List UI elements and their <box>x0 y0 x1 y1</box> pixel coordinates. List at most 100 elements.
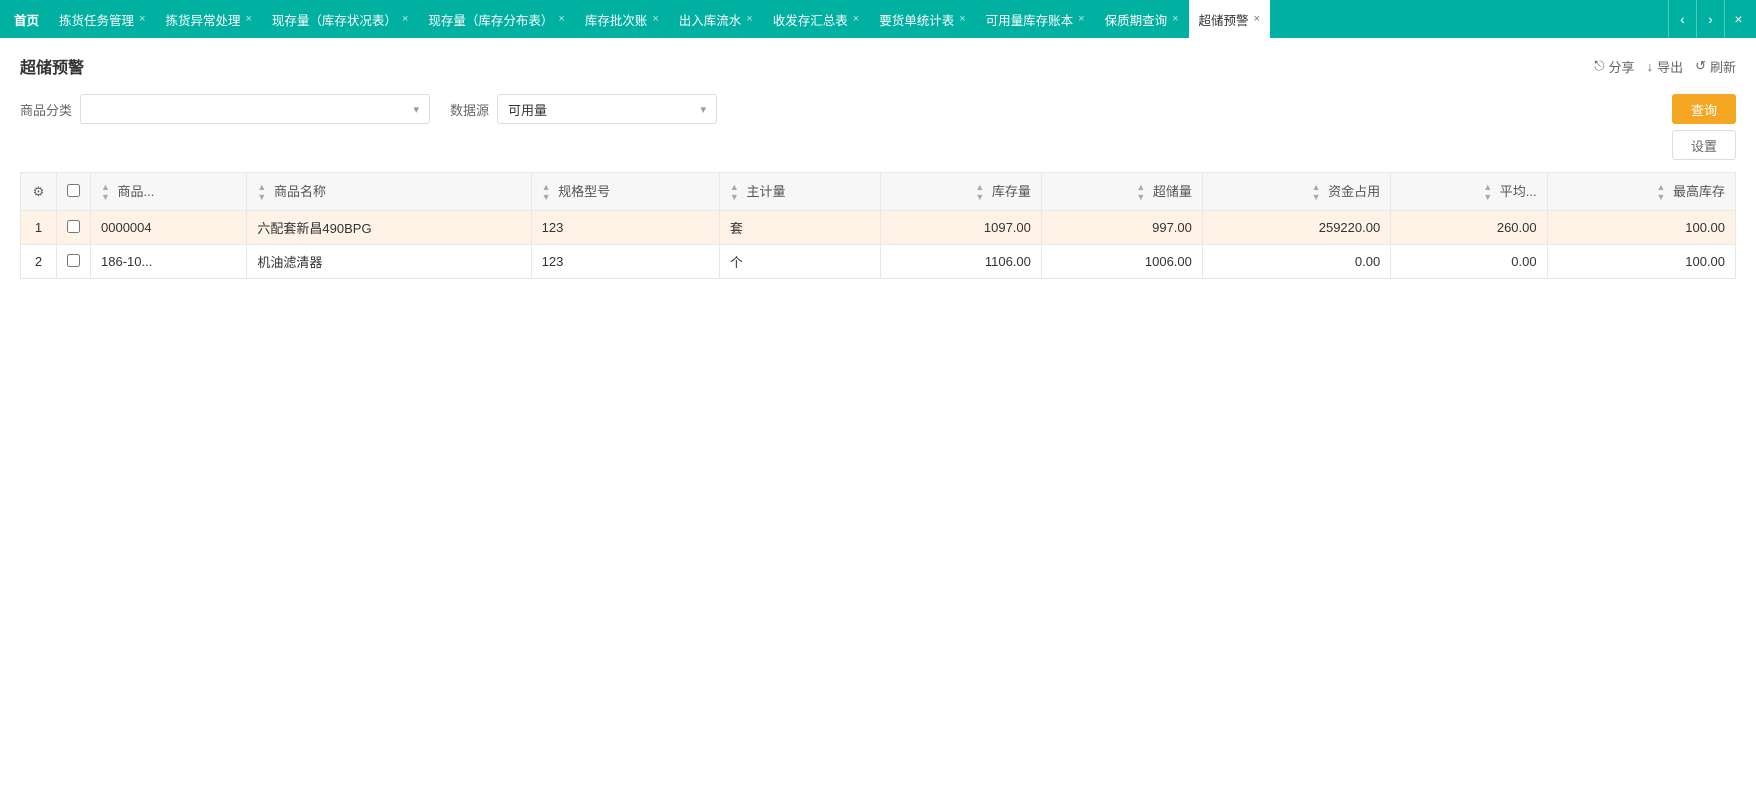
tab-quality-check-close[interactable]: × <box>1172 13 1178 25</box>
tab-overstock-warning-label: 超储预警 <box>1199 10 1249 29</box>
table-row: 2 186-10... 机油滤清器 123 个 1106.00 1006.00 … <box>21 245 1736 279</box>
cell-avg-0: 260.00 <box>1391 211 1547 245</box>
tab-collect-summary[interactable]: 收发存汇总表 × <box>763 0 869 38</box>
sort-icon-max-stock: ▲▼ <box>1656 183 1665 203</box>
select-all-checkbox[interactable] <box>67 184 80 197</box>
tab-available-account-close[interactable]: × <box>1078 13 1084 25</box>
top-navigation: 首页 拣货任务管理 × 拣货异常处理 × 现存量（库存状况表） × 现存量（库存… <box>0 0 1756 38</box>
table-body: 1 0000004 六配套新昌490BPG 123 套 1097.00 997.… <box>21 211 1736 279</box>
header-actions: ⎋ 分享 ↓ 导出 ↺ 刷新 <box>1594 57 1736 76</box>
tab-home[interactable]: 首页 <box>4 0 49 38</box>
nav-close-button[interactable]: × <box>1724 0 1752 38</box>
cell-spec-1: 123 <box>531 245 719 279</box>
share-label: 分享 <box>1609 57 1635 76</box>
tab-home-label: 首页 <box>14 10 39 29</box>
query-button[interactable]: 查询 <box>1672 94 1736 124</box>
sort-icon-spec: ▲▼ <box>542 183 551 203</box>
tab-batch-account-label: 库存批次账 <box>585 10 648 29</box>
tab-overstock-warning[interactable]: 超储预警 × <box>1189 0 1270 38</box>
nav-prev-button[interactable]: ‹ <box>1668 0 1696 38</box>
table-header-row: ⚙ ▲▼ 商品... ▲▼ 商品名称 ▲▼ 规格型号 ▲▼ <box>21 173 1736 211</box>
tab-in-out-flow-close[interactable]: × <box>746 13 752 25</box>
tab-collect-summary-label: 收发存汇总表 <box>773 10 848 29</box>
share-icon: ⎋ <box>1594 58 1604 74</box>
cell-checkbox-0[interactable] <box>57 211 91 245</box>
col-unit-header[interactable]: ▲▼ 主计量 <box>719 173 880 211</box>
tab-available-account[interactable]: 可用量库存账本 × <box>976 0 1095 38</box>
cell-capital-1: 0.00 <box>1202 245 1390 279</box>
col-max-stock-header[interactable]: ▲▼ 最高库存 <box>1547 173 1735 211</box>
col-gear[interactable]: ⚙ <box>21 173 57 211</box>
row-checkbox-1[interactable] <box>67 254 80 267</box>
refresh-label: 刷新 <box>1710 57 1736 76</box>
cell-stock-qty-1: 1106.00 <box>880 245 1041 279</box>
settings-button[interactable]: 设置 <box>1672 130 1736 160</box>
tab-stock-status-label: 现存量（库存状况表） <box>272 10 397 29</box>
refresh-button[interactable]: ↺ 刷新 <box>1695 57 1736 76</box>
tab-task-mgmt-label: 拣货任务管理 <box>59 10 134 29</box>
cell-overstock-qty-0: 997.00 <box>1041 211 1202 245</box>
cell-spec-0: 123 <box>531 211 719 245</box>
col-overstock-qty-header[interactable]: ▲▼ 超储量 <box>1041 173 1202 211</box>
sort-icon-sku-name: ▲▼ <box>257 183 266 203</box>
col-stock-qty-header[interactable]: ▲▼ 库存量 <box>880 173 1041 211</box>
tab-stock-dist[interactable]: 现存量（库存分布表） × <box>418 0 574 38</box>
cell-unit-0: 套 <box>719 211 880 245</box>
tab-task-mgmt-close[interactable]: × <box>139 13 145 25</box>
category-dropdown-icon: ▾ <box>413 103 419 116</box>
tab-stock-status-close[interactable]: × <box>402 13 408 25</box>
cell-no-0: 1 <box>21 211 57 245</box>
tab-abnormal-close[interactable]: × <box>245 13 251 25</box>
category-select[interactable]: ▾ <box>80 94 430 124</box>
export-icon: ↓ <box>1647 59 1654 74</box>
tab-quality-check[interactable]: 保质期查询 × <box>1095 0 1189 38</box>
sort-icon-capital: ▲▼ <box>1312 183 1321 203</box>
page-header: 超储预警 ⎋ 分享 ↓ 导出 ↺ 刷新 <box>20 54 1736 78</box>
sort-icon-avg: ▲▼ <box>1483 183 1492 203</box>
datasource-filter: 数据源 可用量 ▾ <box>450 94 717 124</box>
refresh-icon: ↺ <box>1695 58 1706 74</box>
tab-order-stats[interactable]: 要货单统计表 × <box>869 0 975 38</box>
row-checkbox-0[interactable] <box>67 220 80 233</box>
col-sku-code-header[interactable]: ▲▼ 商品... <box>91 173 247 211</box>
tab-stock-status[interactable]: 现存量（库存状况表） × <box>262 0 418 38</box>
sort-icon-unit: ▲▼ <box>730 183 739 203</box>
tab-in-out-flow[interactable]: 出入库流水 × <box>669 0 763 38</box>
tab-task-mgmt[interactable]: 拣货任务管理 × <box>49 0 155 38</box>
tab-abnormal[interactable]: 拣货异常处理 × <box>155 0 261 38</box>
tab-batch-account-close[interactable]: × <box>652 13 658 25</box>
datasource-label: 数据源 <box>450 100 489 119</box>
cell-sku-name-1: 机油滤清器 <box>247 245 531 279</box>
datasource-select[interactable]: 可用量 ▾ <box>497 94 717 124</box>
filter-inputs: 商品分类 ▾ 数据源 可用量 ▾ <box>20 94 1656 136</box>
cell-sku-code-1: 186-10... <box>91 245 247 279</box>
export-label: 导出 <box>1657 57 1683 76</box>
cell-avg-1: 0.00 <box>1391 245 1547 279</box>
cell-checkbox-1[interactable] <box>57 245 91 279</box>
col-sku-name-header[interactable]: ▲▼ 商品名称 <box>247 173 531 211</box>
tab-order-stats-label: 要货单统计表 <box>879 10 954 29</box>
col-capital-header[interactable]: ▲▼ 资金占用 <box>1202 173 1390 211</box>
share-button[interactable]: ⎋ 分享 <box>1594 57 1634 76</box>
datasource-dropdown-icon: ▾ <box>701 103 707 116</box>
data-table: ⚙ ▲▼ 商品... ▲▼ 商品名称 ▲▼ 规格型号 ▲▼ <box>20 172 1736 279</box>
cell-sku-name-0: 六配套新昌490BPG <box>247 211 531 245</box>
filter-row-1: 商品分类 ▾ 数据源 可用量 ▾ <box>20 94 1656 124</box>
tab-batch-account[interactable]: 库存批次账 × <box>575 0 669 38</box>
tab-stock-dist-close[interactable]: × <box>558 13 564 25</box>
tab-overstock-warning-close[interactable]: × <box>1254 13 1260 25</box>
col-avg-header[interactable]: ▲▼ 平均... <box>1391 173 1547 211</box>
cell-capital-0: 259220.00 <box>1202 211 1390 245</box>
tab-order-stats-close[interactable]: × <box>959 13 965 25</box>
gear-icon[interactable]: ⚙ <box>33 184 45 199</box>
cell-max-stock-1: 100.00 <box>1547 245 1735 279</box>
sort-icon-overstock-qty: ▲▼ <box>1136 183 1145 203</box>
nav-next-button[interactable]: › <box>1696 0 1724 38</box>
col-spec-header[interactable]: ▲▼ 规格型号 <box>531 173 719 211</box>
export-button[interactable]: ↓ 导出 <box>1647 57 1684 76</box>
page-content: 超储预警 ⎋ 分享 ↓ 导出 ↺ 刷新 商品分类 <box>0 38 1756 800</box>
tab-quality-check-label: 保质期查询 <box>1105 10 1168 29</box>
tab-collect-summary-close[interactable]: × <box>853 13 859 25</box>
col-select-all[interactable] <box>57 173 91 211</box>
tab-in-out-flow-label: 出入库流水 <box>679 10 742 29</box>
